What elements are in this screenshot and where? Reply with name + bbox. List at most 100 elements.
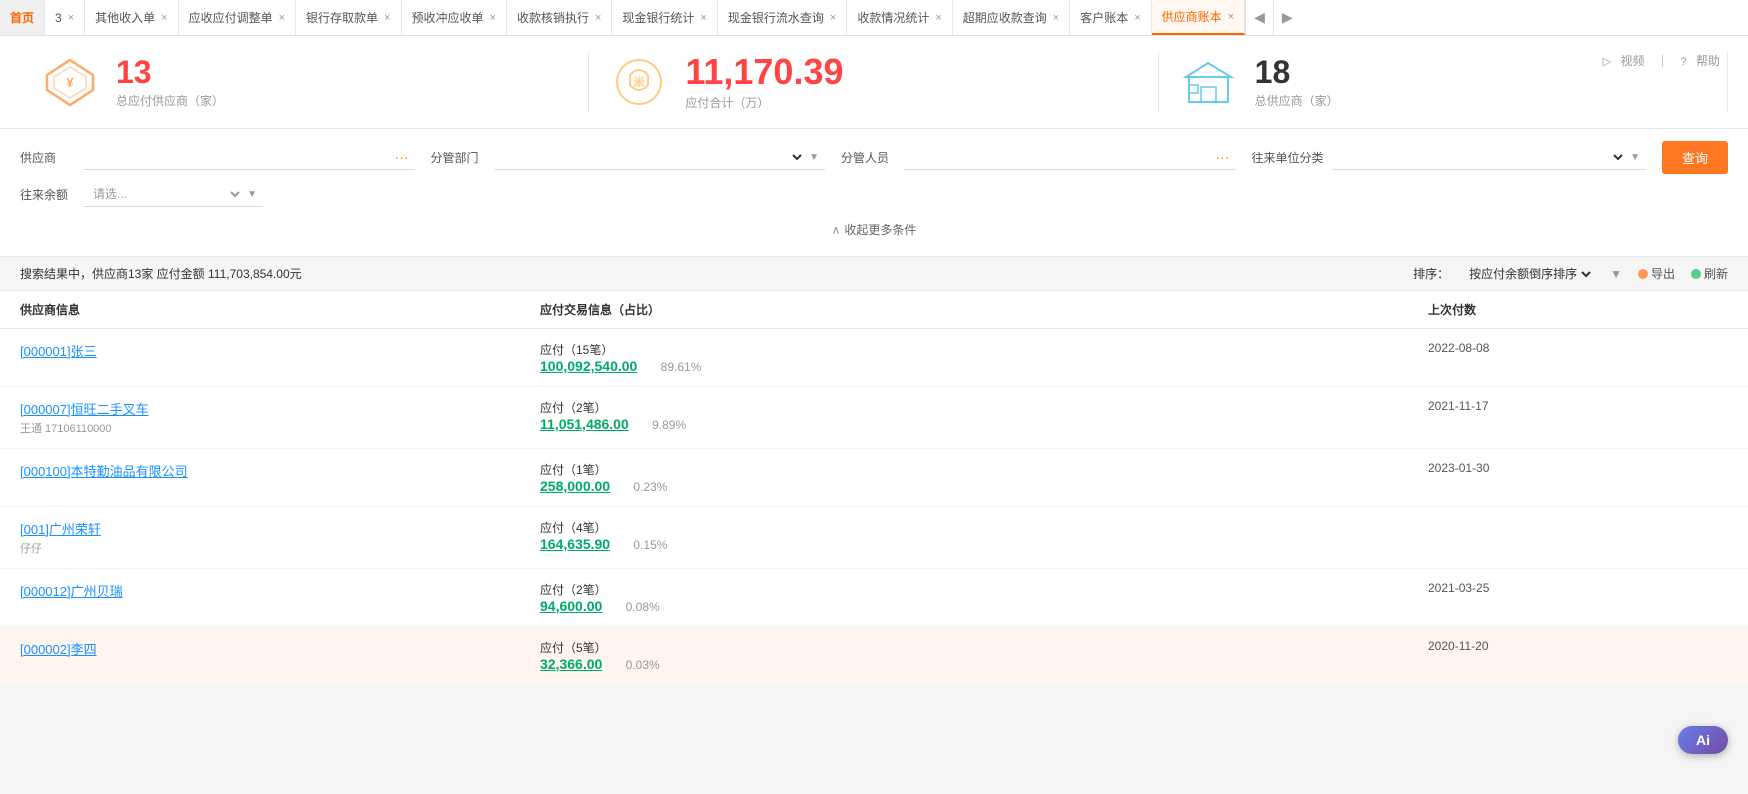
nav-tab-collection-stat[interactable]: 收款情况统计 × [847, 0, 952, 35]
stat-info-payable: 13 总应付供应商（家） [116, 56, 224, 109]
person-input-wrapper[interactable]: ··· [904, 145, 1236, 170]
stat-label-all: 总供应商（家） [1255, 92, 1339, 109]
supplier-link-1[interactable]: [000001]张三 [20, 341, 540, 360]
filter-supplier-label: 供应商 [20, 149, 75, 166]
category-select[interactable] [1338, 149, 1627, 165]
transaction-amount-6[interactable]: 32,366.00 [540, 656, 602, 672]
ai-badge[interactable]: Ai [1678, 726, 1728, 754]
nav-tab-3[interactable]: 3 × [45, 0, 85, 35]
stat-info-all: 18 总供应商（家） [1255, 56, 1339, 109]
close-icon[interactable]: × [830, 12, 836, 24]
supplier-info-4: [001]广州荣轩 仔仔 [20, 519, 540, 556]
supplier-dots-icon[interactable]: ··· [395, 149, 409, 165]
result-bar: 搜索结果中，供应商13家 应付金额 111,703,854.00元 排序： 按应… [0, 257, 1748, 291]
header-supplier: 供应商信息 [20, 301, 540, 318]
stats-bar: ¥ 13 总应付供应商（家） 米 11,170.39 应付合计（万） [0, 36, 1748, 129]
supplier-input[interactable] [89, 150, 395, 164]
close-icon[interactable]: × [595, 12, 601, 24]
close-icon[interactable]: × [384, 12, 390, 24]
category-select-wrapper[interactable]: ▼ [1332, 145, 1646, 170]
transaction-amount-5[interactable]: 94,600.00 [540, 598, 602, 614]
close-icon[interactable]: × [935, 12, 941, 24]
table-row: [000001]张三 应付（15笔） 100,092,540.00 89.61%… [0, 329, 1748, 387]
transaction-amount-1[interactable]: 100,092,540.00 [540, 358, 637, 374]
stat-block-total-payable: 米 11,170.39 应付合计（万） [589, 52, 1158, 112]
supplier-link-3[interactable]: [000100]本特勤油品有限公司 [20, 461, 540, 480]
close-icon[interactable]: × [161, 12, 167, 24]
stat-info-total: 11,170.39 应付合计（万） [685, 54, 843, 111]
collapse-button[interactable]: ∧ 收起更多条件 [20, 215, 1728, 244]
balance-select[interactable]: 请选... [89, 186, 243, 202]
header-last-payment: 上次付数 [1428, 301, 1728, 318]
supplier-info-2: [000007]恒旺二手叉车 王通 17106110000 [20, 399, 540, 436]
last-payment-5: 2021-03-25 [1428, 581, 1728, 595]
sort-label: 排序： [1413, 265, 1449, 282]
supplier-link-6[interactable]: [000002]李四 [20, 639, 540, 658]
nav-tab-cash-query[interactable]: 现金银行流水查询 × [718, 0, 847, 35]
person-dots-icon[interactable]: ··· [1216, 149, 1230, 165]
up-arrow-icon: ∧ [832, 223, 841, 237]
supplier-info-5: [000012]广州贝瑞 [20, 581, 540, 600]
filter-row-2: 往来余额 请选... ▼ [20, 182, 1728, 207]
nav-tab-pre-receive[interactable]: 预收冲应收单 × [402, 0, 507, 35]
filter-balance: 往来余额 请选... ▼ [20, 182, 320, 207]
transaction-info-4: 应付（4笔） 164,635.90 0.15% [540, 519, 1428, 552]
svg-text:米: 米 [633, 75, 645, 89]
close-icon[interactable]: × [700, 12, 706, 24]
table-row: [001]广州荣轩 仔仔 应付（4笔） 164,635.90 0.15% [0, 507, 1748, 569]
query-button[interactable]: 查询 [1662, 141, 1728, 174]
last-payment-1: 2022-08-08 [1428, 341, 1728, 355]
table-row: [000002]李四 应付（5笔） 32,366.00 0.03% 2020-1… [0, 627, 1748, 685]
close-icon[interactable]: × [1134, 12, 1140, 24]
nav-arrow-left[interactable]: ◀ [1245, 0, 1273, 35]
nav-tab-cash-stat[interactable]: 现金银行统计 × [612, 0, 717, 35]
close-icon[interactable]: × [1053, 12, 1059, 24]
filter-dept-label: 分管部门 [431, 149, 486, 166]
close-icon[interactable]: × [279, 12, 285, 24]
supplier-link-5[interactable]: [000012]广州贝瑞 [20, 581, 540, 600]
nav-tab-adjust[interactable]: 应收应付调整单 × [179, 0, 296, 35]
filter-department: 分管部门 ▼ [431, 145, 826, 170]
supplier-input-wrapper[interactable]: ··· [83, 145, 415, 170]
stat-number-total: 11,170.39 [685, 54, 843, 90]
video-link[interactable]: ▷ 视频 [1599, 52, 1649, 69]
transaction-info-2: 应付（2笔） 11,051,486.00 9.89% [540, 399, 1428, 432]
supplier-link-2[interactable]: [000007]恒旺二手叉车 [20, 399, 540, 418]
chevron-down-icon: ▼ [809, 152, 819, 163]
close-icon[interactable]: × [1228, 11, 1234, 23]
department-select-wrapper[interactable]: ▼ [494, 145, 826, 170]
transaction-amount-2[interactable]: 11,051,486.00 [540, 416, 629, 432]
nav-tab-bank-deposit[interactable]: 银行存取款单 × [296, 0, 401, 35]
top-navigation: 首页 3 × 其他收入单 × 应收应付调整单 × 银行存取款单 × 预收冲应收单… [0, 0, 1748, 36]
table-row: [000012]广州贝瑞 应付（2笔） 94,600.00 0.08% 2021… [0, 569, 1748, 627]
filter-row-1: 供应商 ··· 分管部门 ▼ 分管人员 ··· [20, 141, 1728, 174]
nav-arrow-right[interactable]: ▶ [1273, 0, 1301, 35]
transaction-amount-3[interactable]: 258,000.00 [540, 478, 610, 494]
nav-tab-customer-ledger[interactable]: 客户账本 × [1070, 0, 1151, 35]
chevron-down-icon-2: ▼ [1630, 152, 1640, 163]
stat-label-payable: 总应付供应商（家） [116, 92, 224, 109]
export-icon [1638, 269, 1648, 279]
supplier-info-1: [000001]张三 [20, 341, 540, 360]
close-icon[interactable]: × [490, 12, 496, 24]
nav-tab-other-income[interactable]: 其他收入单 × [85, 0, 178, 35]
sort-select[interactable]: 按应付余额倒序排序 按应付余额正序排序 按名称排序 [1465, 266, 1594, 282]
help-link[interactable]: ? 帮助 [1677, 52, 1724, 69]
supplier-info-3: [000100]本特勤油品有限公司 [20, 461, 540, 480]
refresh-button[interactable]: 刷新 [1691, 265, 1728, 282]
balance-select-wrapper[interactable]: 请选... ▼ [83, 182, 263, 207]
nav-tab-overdue-query[interactable]: 超期应收款查询 × [953, 0, 1070, 35]
export-button[interactable]: 导出 [1638, 265, 1675, 282]
transaction-amount-4[interactable]: 164,635.90 [540, 536, 610, 552]
filter-balance-label: 往来余额 [20, 186, 75, 203]
supplier-info-6: [000002]李四 [20, 639, 540, 658]
nav-tab-supplier-ledger[interactable]: 供应商账本 × [1152, 0, 1245, 35]
department-select[interactable] [500, 149, 806, 165]
header-transaction: 应付交易信息（占比） [540, 301, 1428, 318]
nav-tab-collection-verify[interactable]: 收款核销执行 × [507, 0, 612, 35]
person-input[interactable] [910, 150, 1216, 164]
close-icon[interactable]: × [68, 12, 74, 24]
nav-tab-home[interactable]: 首页 [0, 0, 45, 35]
filter-category: 往来单位分类 ▼ [1252, 145, 1647, 170]
supplier-link-4[interactable]: [001]广州荣轩 [20, 519, 540, 538]
